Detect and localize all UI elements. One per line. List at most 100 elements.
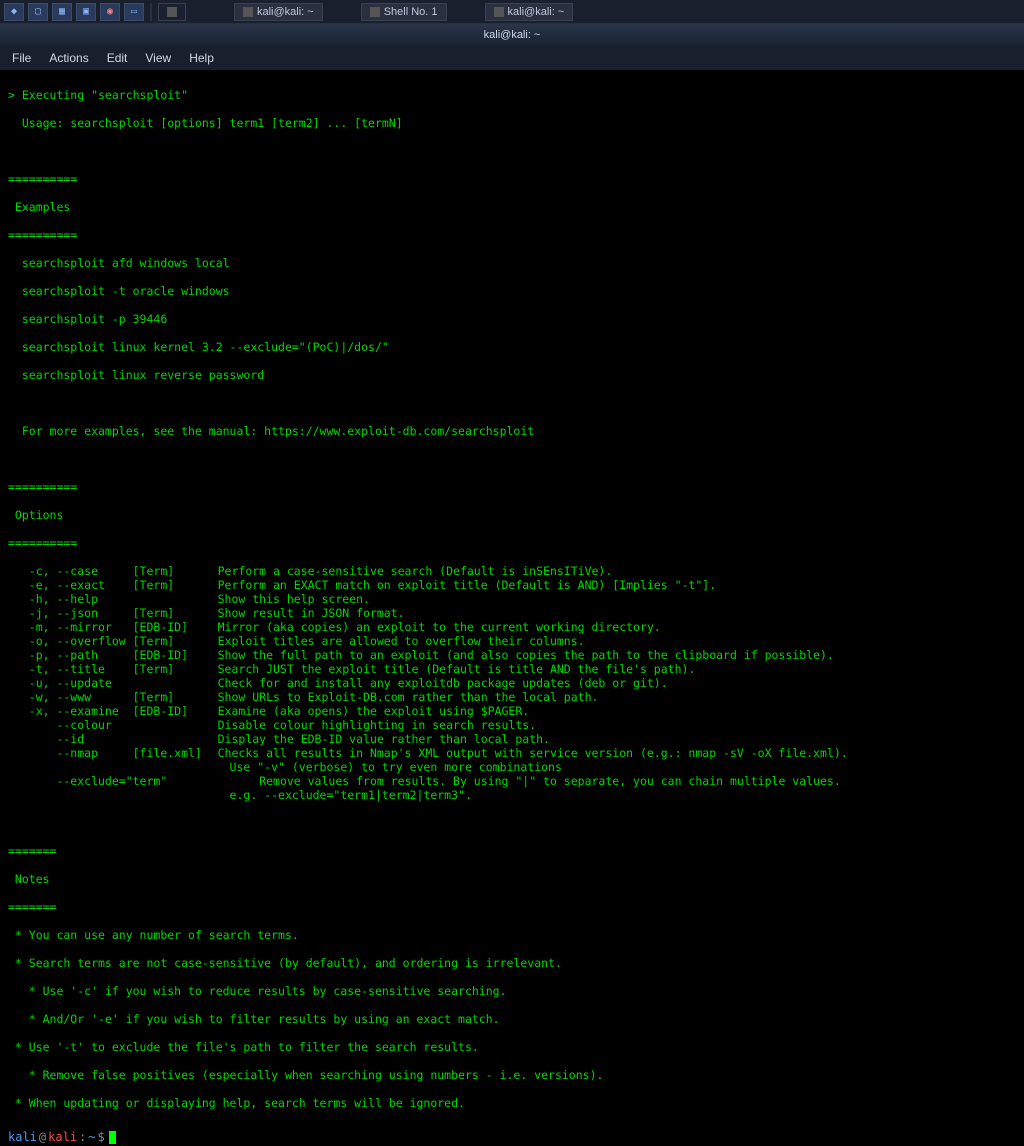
blank-line [8,816,1016,830]
option-flag: -w, --www [8,690,133,704]
prompt-user: kali [8,1130,37,1144]
separator: ========== [8,536,1016,550]
option-desc: Search JUST the exploit title (Default i… [218,662,696,676]
prompt-colon: : [79,1130,86,1144]
option-row: -t, --title [Term] Search JUST the explo… [8,662,1016,676]
option-row: -e, --exact [Term] Perform an EXACT matc… [8,578,1016,592]
option-desc: Remove values from results. By using "|"… [252,774,841,788]
option-flag: -o, --overflow [8,634,133,648]
option-flag: -u, --update [8,676,133,690]
menu-help[interactable]: Help [189,51,214,65]
note-line: * You can use any number of search terms… [8,928,1016,942]
separator: ========== [8,480,1016,494]
prompt-path: ~ [88,1130,95,1144]
separator: ======= [8,900,1016,914]
option-row: -m, --mirror [EDB-ID] Mirror (aka copies… [8,620,1016,634]
option-row: -o, --overflow [Term] Exploit titles are… [8,634,1016,648]
option-row: e.g. --exclude="term1|term2|term3". [8,788,1016,802]
browser-icon[interactable]: ◉ [100,3,120,21]
option-desc: Perform a case-sensitive search (Default… [218,564,613,578]
note-line: * Remove false positives (especially whe… [8,1068,1016,1082]
separator: ========== [8,172,1016,186]
menu-edit[interactable]: Edit [107,51,128,65]
option-flag: --nmap [8,746,133,760]
option-desc: Mirror (aka copies) an exploit to the cu… [218,620,661,634]
option-continuation: Use "-v" (verbose) to try even more comb… [8,760,562,774]
terminal-icon [243,7,253,17]
taskbar-window-3[interactable]: kali@kali: ~ [485,3,574,21]
taskbar-window-active[interactable] [158,3,186,21]
option-arg: [EDB-ID] [133,648,218,662]
option-arg: [Term] [133,634,218,648]
menu-bar: File Actions Edit View Help [0,46,1024,70]
option-arg: [Term] [133,662,218,676]
note-line: * When updating or displaying help, sear… [8,1096,1016,1110]
options-list: -c, --case [Term] Perform a case-sensiti… [8,564,1016,802]
prompt-at: @ [39,1130,46,1144]
option-row: --id Display the EDB-ID value rather tha… [8,732,1016,746]
option-desc: Show this help screen. [218,592,370,606]
menu-file[interactable]: File [12,51,31,65]
option-flag: -c, --case [8,564,133,578]
option-arg: [Term] [133,578,218,592]
example-line: searchsploit -t oracle windows [8,284,1016,298]
option-flag: --id [8,732,133,746]
option-continuation: e.g. --exclude="term1|term2|term3". [8,788,472,802]
section-header-examples: Examples [8,200,1016,214]
note-line: * Use '-c' if you wish to reduce results… [8,984,1016,998]
separator: ========== [8,228,1016,242]
option-arg [133,676,218,690]
option-row: -x, --examine [EDB-ID] Examine (aka open… [8,704,1016,718]
option-desc: Examine (aka opens) the exploit using $P… [218,704,530,718]
option-arg: [file.xml] [133,746,218,760]
workspace-icon[interactable]: ▭ [124,3,144,21]
section-header-options: Options [8,508,1016,522]
option-flag: -j, --json [8,606,133,620]
taskbar-tab-label: kali@kali: ~ [508,6,565,18]
option-row: -u, --update Check for and install any e… [8,676,1016,690]
option-arg: [EDB-ID] [133,704,218,718]
option-flag: --exclude="term" [8,774,167,788]
option-arg [133,732,218,746]
blank-line [8,452,1016,466]
terminal-icon [494,7,504,17]
option-desc: Show URLs to Exploit-DB.com rather than … [218,690,599,704]
option-flag: -p, --path [8,648,133,662]
more-examples-line: For more examples, see the manual: https… [8,424,1016,438]
taskbar-tab-label: kali@kali: ~ [257,6,314,18]
exec-line: > Executing "searchsploit" [8,88,1016,102]
shell-prompt[interactable]: kali@kali:~$ [0,1128,1024,1146]
option-row: Use "-v" (verbose) to try even more comb… [8,760,1016,774]
os-taskbar: ◆ ▢ ▦ ▣ ◉ ▭ kali@kali: ~ Shell No. 1 kal… [0,0,1024,24]
taskbar-window-2[interactable]: Shell No. 1 [361,3,447,21]
blank-line [8,396,1016,410]
option-desc: Exploit titles are allowed to overflow t… [218,634,585,648]
window-titlebar[interactable]: kali@kali: ~ [0,24,1024,46]
option-row: -c, --case [Term] Perform a case-sensiti… [8,564,1016,578]
option-flag: -t, --title [8,662,133,676]
terminal-launcher-icon[interactable]: ▣ [76,3,96,21]
files-icon[interactable]: ▦ [52,3,72,21]
option-row: -h, --help Show this help screen. [8,592,1016,606]
menu-actions[interactable]: Actions [49,51,88,65]
terminal-icon [370,7,380,17]
option-desc: Disable colour highlighting in search re… [218,718,537,732]
option-row: --nmap [file.xml] Checks all results in … [8,746,1016,760]
note-line: * Search terms are not case-sensitive (b… [8,956,1016,970]
prompt-symbol: $ [98,1130,105,1144]
option-desc: Perform an EXACT match on exploit title … [218,578,717,592]
option-flag: -x, --examine [8,704,133,718]
note-line: * Use '-t' to exclude the file's path to… [8,1040,1016,1054]
option-desc: Checks all results in Nmap's XML output … [218,746,848,760]
option-desc: Check for and install any exploitdb pack… [218,676,668,690]
window-list-icon[interactable]: ▢ [28,3,48,21]
menu-view[interactable]: View [145,51,171,65]
option-flag: -e, --exact [8,578,133,592]
terminal-output[interactable]: > Executing "searchsploit" Usage: search… [0,70,1024,1128]
option-arg [133,592,218,606]
option-arg: [Term] [133,564,218,578]
taskbar-window-1[interactable]: kali@kali: ~ [234,3,323,21]
app-menu-icon[interactable]: ◆ [4,3,24,21]
cursor-icon [109,1131,116,1144]
option-arg: [EDB-ID] [133,620,218,634]
